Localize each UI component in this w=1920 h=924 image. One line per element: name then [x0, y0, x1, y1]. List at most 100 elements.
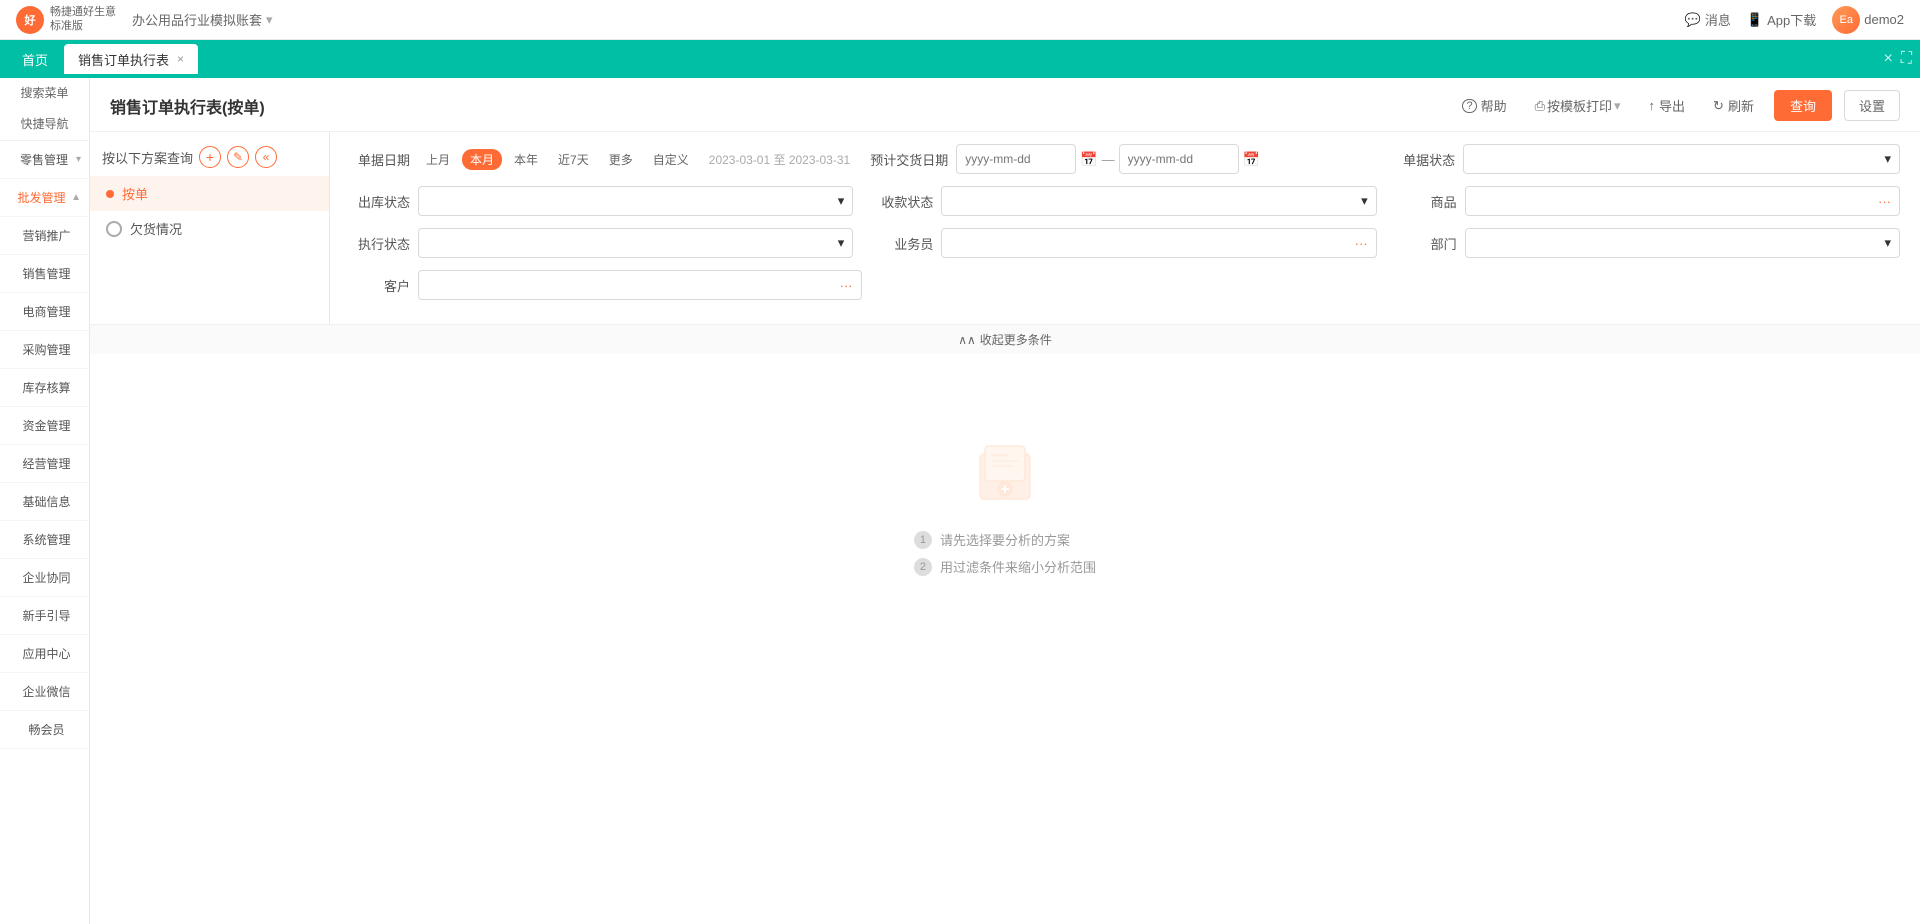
username: demo2	[1864, 12, 1904, 27]
sidebar-item-wholesale[interactable]: 批发管理 ▲	[0, 179, 89, 217]
help-icon: ?	[1462, 99, 1476, 113]
message-action[interactable]: 💬 消息	[1685, 10, 1731, 29]
date-tab-more[interactable]: 更多	[601, 149, 641, 170]
export-icon: ↑	[1649, 98, 1656, 113]
sidebar-item-retail[interactable]: 零售管理	[0, 141, 89, 179]
sidebar-item-system[interactable]: 系统管理	[0, 521, 89, 559]
print-template-button[interactable]: ⎙ 按模板打印 ▾	[1527, 92, 1629, 119]
execution-status-label: 执行状态	[350, 234, 410, 253]
refresh-icon: ↻	[1713, 98, 1724, 114]
status-select-arrow: ▾	[1884, 151, 1891, 167]
expected-delivery-label: 预计交货日期	[870, 150, 948, 169]
sidebar: 搜索菜单 快捷导航 零售管理 批发管理 ▲ 营销推广 销售管理 电商管理 采购管…	[0, 78, 90, 924]
collapse-up-icon: ∧∧	[958, 333, 976, 347]
department-select[interactable]: ▾	[1465, 228, 1900, 258]
delivery-status-select[interactable]: ▾	[418, 186, 853, 216]
tab-sales-order[interactable]: 销售订单执行表 ×	[64, 44, 198, 74]
add-scheme-button[interactable]: +	[199, 146, 221, 168]
payment-status-label: 收款状态	[873, 192, 933, 211]
empty-tip-2-text: 用过滤条件来缩小分析范围	[940, 557, 1096, 576]
sidebar-item-sales[interactable]: 销售管理	[0, 255, 89, 293]
filter-field-execution-status: 执行状态 ▾	[350, 228, 853, 258]
filter-field-department: 部门 ▾	[1397, 228, 1900, 258]
date-tab-custom[interactable]: 自定义	[645, 149, 697, 170]
app-title-chevron[interactable]: ▾	[266, 12, 273, 28]
date-tab-7days[interactable]: 近7天	[550, 149, 597, 170]
sidebar-item-inventory[interactable]: 库存核算	[0, 369, 89, 407]
empty-tip-1-text: 请先选择要分析的方案	[940, 530, 1070, 549]
top-header: 好 畅捷通好生意 标准版 办公用品行业模拟账套 ▾ 💬 消息 📱 App下载 E…	[0, 0, 1920, 40]
print-label: 按模板打印	[1547, 96, 1612, 115]
avatar: Ea	[1832, 6, 1860, 34]
inactive-circle	[106, 221, 122, 237]
tab-sales-order-label: 销售订单执行表	[78, 50, 169, 69]
help-label: 帮助	[1481, 96, 1507, 115]
sidebar-item-purchase[interactable]: 采购管理	[0, 331, 89, 369]
tab-close-icon[interactable]: ×	[177, 52, 184, 66]
sidebar-search[interactable]: 搜索菜单	[0, 78, 89, 107]
close-window-icon[interactable]: ×	[1883, 50, 1892, 68]
tab-home-label: 首页	[22, 50, 48, 69]
logo-text: 畅捷通好生意 标准版	[50, 6, 116, 32]
tip-number-2: 2	[914, 558, 932, 576]
execution-status-select[interactable]: ▾	[418, 228, 853, 258]
user-action[interactable]: Ea demo2	[1832, 6, 1904, 34]
date-tab-this-year[interactable]: 本年	[506, 149, 546, 170]
collapse-bar[interactable]: ∧∧ 收起更多条件	[90, 324, 1920, 354]
active-dot	[106, 190, 114, 198]
filter-row-3: 执行状态 ▾ 业务员 ···	[350, 228, 1900, 258]
export-button[interactable]: ↑ 导出	[1641, 92, 1694, 119]
header-left: 好 畅捷通好生意 标准版 办公用品行业模拟账套 ▾	[16, 6, 273, 34]
sidebar-item-operations[interactable]: 经营管理	[0, 445, 89, 483]
date-separator: —	[1102, 152, 1115, 167]
expand-window-icon[interactable]: ⛶	[1901, 50, 1912, 68]
settings-button[interactable]: 设置	[1844, 90, 1900, 121]
tip-number-1: 1	[914, 531, 932, 549]
sidebar-item-new-user[interactable]: 新手引导	[0, 597, 89, 635]
salesman-more-icon[interactable]: ···	[1355, 236, 1368, 251]
goods-select[interactable]: ···	[1465, 186, 1900, 216]
export-label: 导出	[1659, 96, 1685, 115]
expected-delivery-start[interactable]	[956, 144, 1076, 174]
sidebar-quick-nav[interactable]: 快捷导航	[0, 107, 89, 141]
salesman-select[interactable]: ···	[941, 228, 1376, 258]
query-button[interactable]: 查询	[1774, 90, 1832, 121]
filter-nav-backorder[interactable]: 欠货情况	[90, 211, 329, 246]
date-tab-this-month[interactable]: 本月	[462, 149, 502, 170]
filter-row-1: 单据日期 上月 本月 本年 近7天 更多 自定义 2023-03-01 至 20…	[350, 144, 1900, 174]
date-tab-last-month[interactable]: 上月	[418, 149, 458, 170]
tab-home[interactable]: 首页	[8, 44, 62, 74]
filter-row-4: 客户 ···	[350, 270, 1900, 300]
payment-status-select[interactable]: ▾	[941, 186, 1376, 216]
filter-nav-by-order-label: 按单	[122, 184, 148, 203]
status-select[interactable]: ▾	[1463, 144, 1900, 174]
sidebar-item-basic-info[interactable]: 基础信息	[0, 483, 89, 521]
filter-field-salesman: 业务员 ···	[873, 228, 1376, 258]
logo-area[interactable]: 好 畅捷通好生意 标准版	[16, 6, 116, 34]
sidebar-item-collaboration[interactable]: 企业协同	[0, 559, 89, 597]
filter-nav-by-order[interactable]: 按单	[90, 176, 329, 211]
sidebar-item-member[interactable]: 畅会员	[0, 711, 89, 749]
message-label: 消息	[1705, 10, 1731, 29]
message-icon: 💬	[1685, 12, 1701, 28]
customer-more-icon[interactable]: ···	[840, 278, 853, 293]
filter-row-2: 出库状态 ▾ 收款状态 ▾	[350, 186, 1900, 216]
expected-delivery-end[interactable]	[1119, 144, 1239, 174]
nav-tabs: 首页 销售订单执行表 × × ⛶	[0, 40, 1920, 78]
print-dropdown-icon[interactable]: ▾	[1614, 98, 1621, 114]
sidebar-item-ecommerce[interactable]: 电商管理	[0, 293, 89, 331]
retail-expand-icon	[76, 154, 81, 165]
app-download-action[interactable]: 📱 App下载	[1747, 10, 1816, 29]
collapse-panel-button[interactable]: «	[255, 146, 277, 168]
calendar-end-icon[interactable]: 📅	[1243, 151, 1260, 168]
calendar-start-icon[interactable]: 📅	[1080, 151, 1097, 168]
sidebar-item-enterprise-wechat[interactable]: 企业微信	[0, 673, 89, 711]
goods-more-icon[interactable]: ···	[1878, 194, 1891, 209]
sidebar-item-marketing[interactable]: 营销推广	[0, 217, 89, 255]
help-button[interactable]: ? 帮助	[1454, 92, 1514, 119]
sidebar-item-app-center[interactable]: 应用中心	[0, 635, 89, 673]
customer-select[interactable]: ···	[418, 270, 862, 300]
refresh-button[interactable]: ↻ 刷新	[1705, 92, 1762, 119]
sidebar-item-finance[interactable]: 资金管理	[0, 407, 89, 445]
edit-scheme-button[interactable]: ✎	[227, 146, 249, 168]
